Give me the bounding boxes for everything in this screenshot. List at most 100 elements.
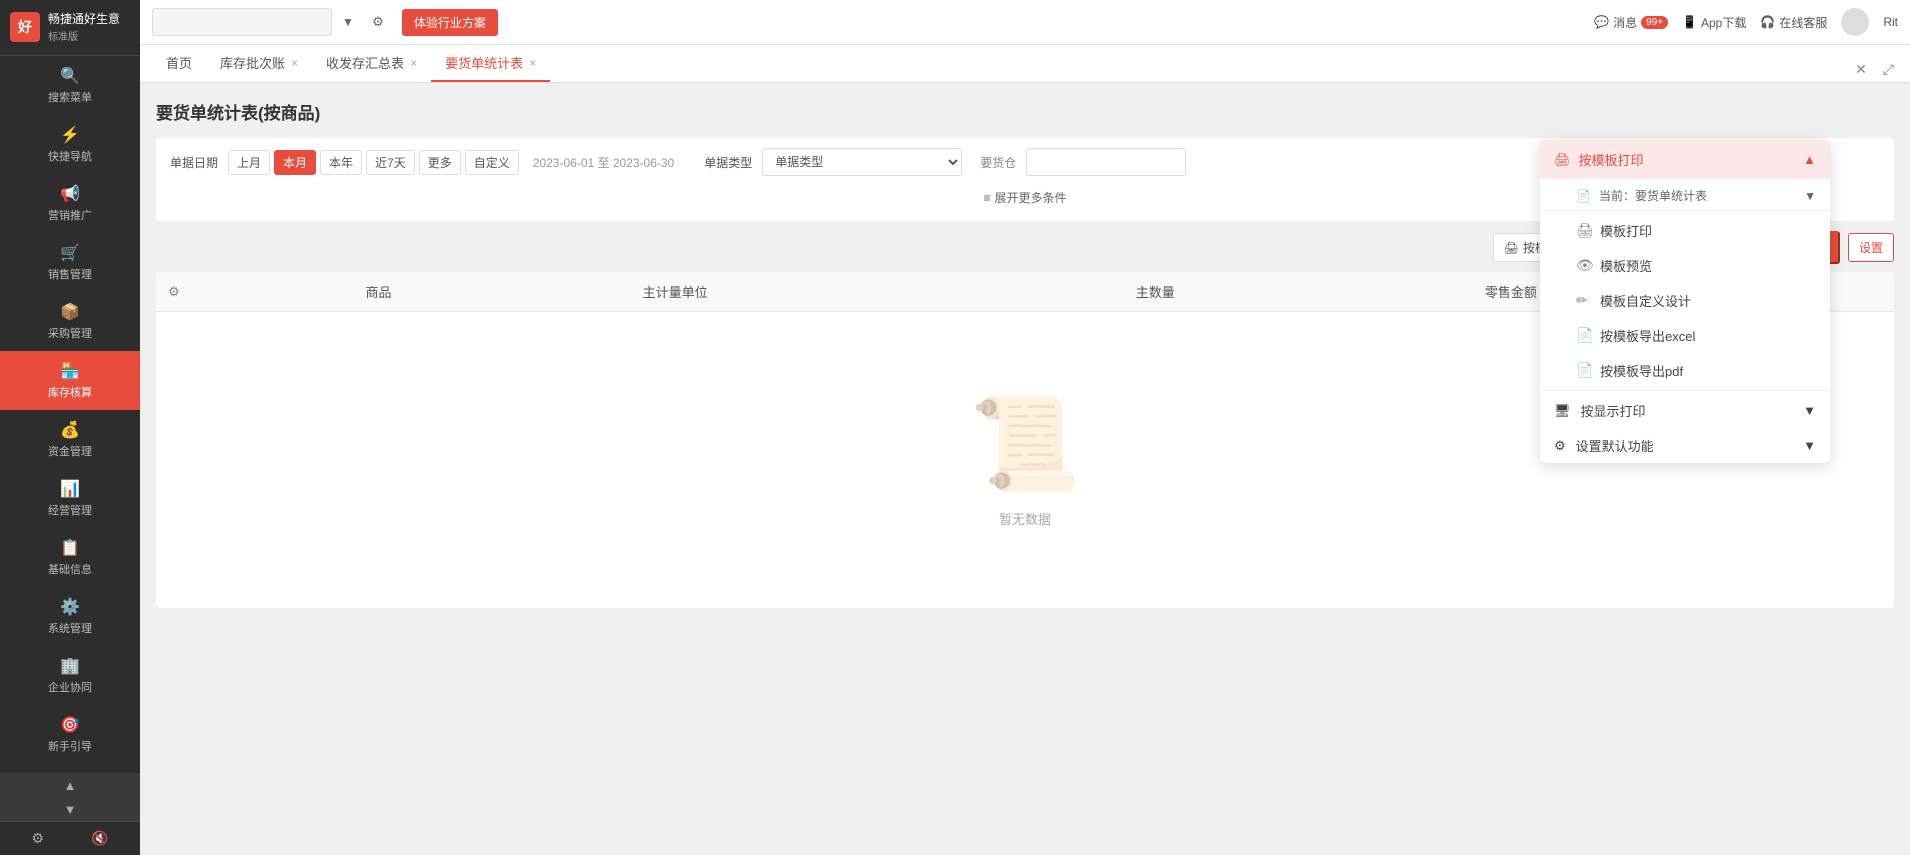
sidebar-logo: 好 畅捷通好生意 标准版: [0, 0, 140, 56]
sidebar-label-marketing: 营销推广: [48, 207, 92, 223]
app-logo-icon: 好: [10, 12, 40, 42]
search-dropdown-btn[interactable]: ▼: [342, 15, 354, 29]
sidebar-item-search[interactable]: 🔍 搜索菜单: [0, 56, 140, 115]
dropdown-icon-export-excel: 📄: [1576, 327, 1592, 344]
app-name: 畅捷通好生意: [48, 12, 120, 28]
dropdown-title: 按模板打印: [1579, 150, 1644, 169]
settings-icon[interactable]: ⚙: [32, 830, 45, 847]
dropdown-group-default-settings[interactable]: ⚙ 设置默认功能 ▼: [1540, 428, 1830, 463]
dropdown-item-export-pdf[interactable]: 📄 按模板导出pdf: [1540, 353, 1830, 388]
mute-icon[interactable]: 🔇: [91, 830, 108, 847]
tab-maximize[interactable]: ⤢: [1879, 57, 1898, 82]
dropdown-item-export-excel[interactable]: 📄 按模板导出excel: [1540, 318, 1830, 353]
dropdown-collapse-icon[interactable]: ▲: [1803, 152, 1816, 167]
sidebar-icon-finance: 💰: [60, 420, 80, 440]
experience-btn[interactable]: 体验行业方案: [402, 9, 498, 36]
tab-close-window[interactable]: ✕: [1851, 57, 1871, 82]
date-btn-本月[interactable]: 本月: [274, 150, 316, 175]
date-filter-label: 单据日期: [170, 154, 218, 171]
sidebar-icon-enterprise: 🏢: [60, 656, 80, 676]
dropdown-group-display-print[interactable]: 🖥 按显示打印 ▼: [1540, 393, 1830, 428]
search-input[interactable]: [152, 8, 332, 36]
sidebar-bottom: ⚙ 🔇: [0, 821, 140, 855]
app-version: 标准版: [48, 28, 120, 43]
tabs-bar: 首页库存批次账 ×收发存汇总表 ×要货单统计表 × ✕ ⤢: [140, 45, 1910, 83]
date-btn-更多[interactable]: 更多: [419, 150, 461, 175]
sidebar-item-sales[interactable]: 🛒 销售管理: [0, 233, 140, 292]
sidebar-scroll-down[interactable]: ▼: [0, 797, 140, 821]
sidebar-item-basic[interactable]: 📋 基础信息: [0, 528, 140, 587]
dropdown-item-template-print[interactable]: 🖨 模板打印: [1540, 213, 1830, 248]
app-download-icon: 📱: [1682, 15, 1697, 29]
tab-label-inventory-batch: 库存批次账: [220, 53, 285, 72]
dropdown-icon-template-preview: 👁: [1576, 257, 1592, 274]
dropdown-item-template-preview[interactable]: 👁 模板预览: [1540, 248, 1830, 283]
app-download-btn[interactable]: 📱 App下载: [1682, 14, 1746, 31]
sidebar-item-operation[interactable]: 📊 经营管理: [0, 469, 140, 528]
dropdown-icon-export-pdf: 📄: [1576, 362, 1592, 379]
date-btn-上月[interactable]: 上月: [228, 150, 270, 175]
dropdown-icon-template-design: ✏: [1576, 292, 1592, 309]
dropdown-label-template-design: 模板自定义设计: [1600, 291, 1691, 310]
sidebar-scroll-up[interactable]: ▲: [0, 773, 140, 797]
sidebar-item-quick-nav[interactable]: ⚡ 快捷导航: [0, 115, 140, 174]
date-buttons: 上月本月本年近7天更多自定义: [228, 150, 519, 175]
sidebar-item-finance[interactable]: 💰 资金管理: [0, 410, 140, 469]
sidebar-item-inventory[interactable]: 🏪 库存核算: [0, 351, 140, 410]
sidebar-icon-marketing: 📢: [60, 184, 80, 204]
user-avatar[interactable]: [1841, 8, 1869, 36]
date-range: 2023-06-01 至 2023-06-30: [533, 154, 674, 171]
headphone-icon: 🎧: [1760, 15, 1775, 29]
tab-label-receipt-summary: 收发存汇总表: [326, 53, 404, 72]
col-header-2: 主计量单位: [631, 272, 1124, 312]
dropdown-item-template-design[interactable]: ✏ 模板自定义设计: [1540, 283, 1830, 318]
sidebar-item-purchase[interactable]: 📦 采购管理: [0, 292, 140, 351]
gear-icon[interactable]: ⚙: [364, 8, 392, 36]
tab-label-home: 首页: [166, 53, 192, 72]
required-warehouse-input[interactable]: [1026, 148, 1186, 176]
sidebar-label-system: 系统管理: [48, 620, 92, 636]
type-select-wrap: 单据类型: [762, 148, 962, 176]
empty-illustration: 📜: [969, 392, 1081, 497]
message-btn[interactable]: 💬 消息 99+: [1594, 14, 1668, 31]
sidebar-item-system[interactable]: ⚙️ 系统管理: [0, 587, 140, 646]
tab-inventory-batch[interactable]: 库存批次账 ×: [206, 45, 312, 82]
tabs-right-actions: ✕ ⤢: [1851, 57, 1898, 82]
dropdown-divider-1: [1540, 210, 1830, 211]
tab-order-stats[interactable]: 要货单统计表 ×: [431, 45, 550, 82]
current-template-label: 📄 当前：要货单统计表 ▼: [1540, 179, 1830, 208]
sidebar-item-enterprise[interactable]: 🏢 企业协同: [0, 646, 140, 705]
print-icon: 🖨: [1504, 241, 1519, 255]
sidebar-icon-operation: 📊: [60, 479, 80, 499]
settings-btn[interactable]: 设置: [1848, 233, 1894, 262]
dropdown-group-chevron-display-print: ▼: [1803, 403, 1816, 418]
sidebar-icon-purchase: 📦: [60, 302, 80, 322]
type-select[interactable]: 单据类型: [762, 148, 962, 176]
current-template-chevron[interactable]: ▼: [1804, 189, 1816, 203]
dropdown-group-chevron-default-settings: ▼: [1803, 438, 1816, 453]
dropdown-group-label-default-settings: 设置默认功能: [1576, 436, 1654, 455]
sidebar-label-search: 搜索菜单: [48, 89, 92, 105]
table-settings-icon[interactable]: ⚙: [168, 284, 180, 299]
tab-close-inventory-batch[interactable]: ×: [291, 56, 298, 70]
type-filter-label: 单据类型: [704, 154, 752, 171]
sidebar-item-marketing[interactable]: 📢 营销推广: [0, 174, 140, 233]
tab-close-order-stats[interactable]: ×: [529, 56, 536, 70]
tab-close-receipt-summary[interactable]: ×: [410, 56, 417, 70]
sidebar-item-apps[interactable]: 📱 应用中心: [0, 764, 140, 773]
date-btn-本年[interactable]: 本年: [320, 150, 362, 175]
tab-home[interactable]: 首页: [152, 45, 206, 82]
tab-receipt-summary[interactable]: 收发存汇总表 ×: [312, 45, 431, 82]
date-btn-近7天[interactable]: 近7天: [366, 150, 415, 175]
expand-btn[interactable]: ≡ 展开更多条件: [983, 184, 1066, 211]
date-btn-自定义[interactable]: 自定义: [465, 150, 519, 175]
dropdown-icon-template-print: 🖨: [1576, 222, 1592, 239]
topbar-right: 💬 消息 99+ 📱 App下载 🎧 在线客服 Rit: [1594, 8, 1898, 36]
sidebar-label-inventory: 库存核算: [48, 384, 92, 400]
sidebar-label-operation: 经营管理: [48, 502, 92, 518]
online-service-btn[interactable]: 🎧 在线客服: [1760, 14, 1827, 31]
sidebar-label-quick-nav: 快捷导航: [48, 148, 92, 164]
sidebar-item-newbie[interactable]: 🎯 新手引导: [0, 705, 140, 764]
current-template-text: 当前：要货单统计表: [1599, 187, 1707, 204]
dropdown-group-label-display-print: 按显示打印: [1581, 401, 1646, 420]
